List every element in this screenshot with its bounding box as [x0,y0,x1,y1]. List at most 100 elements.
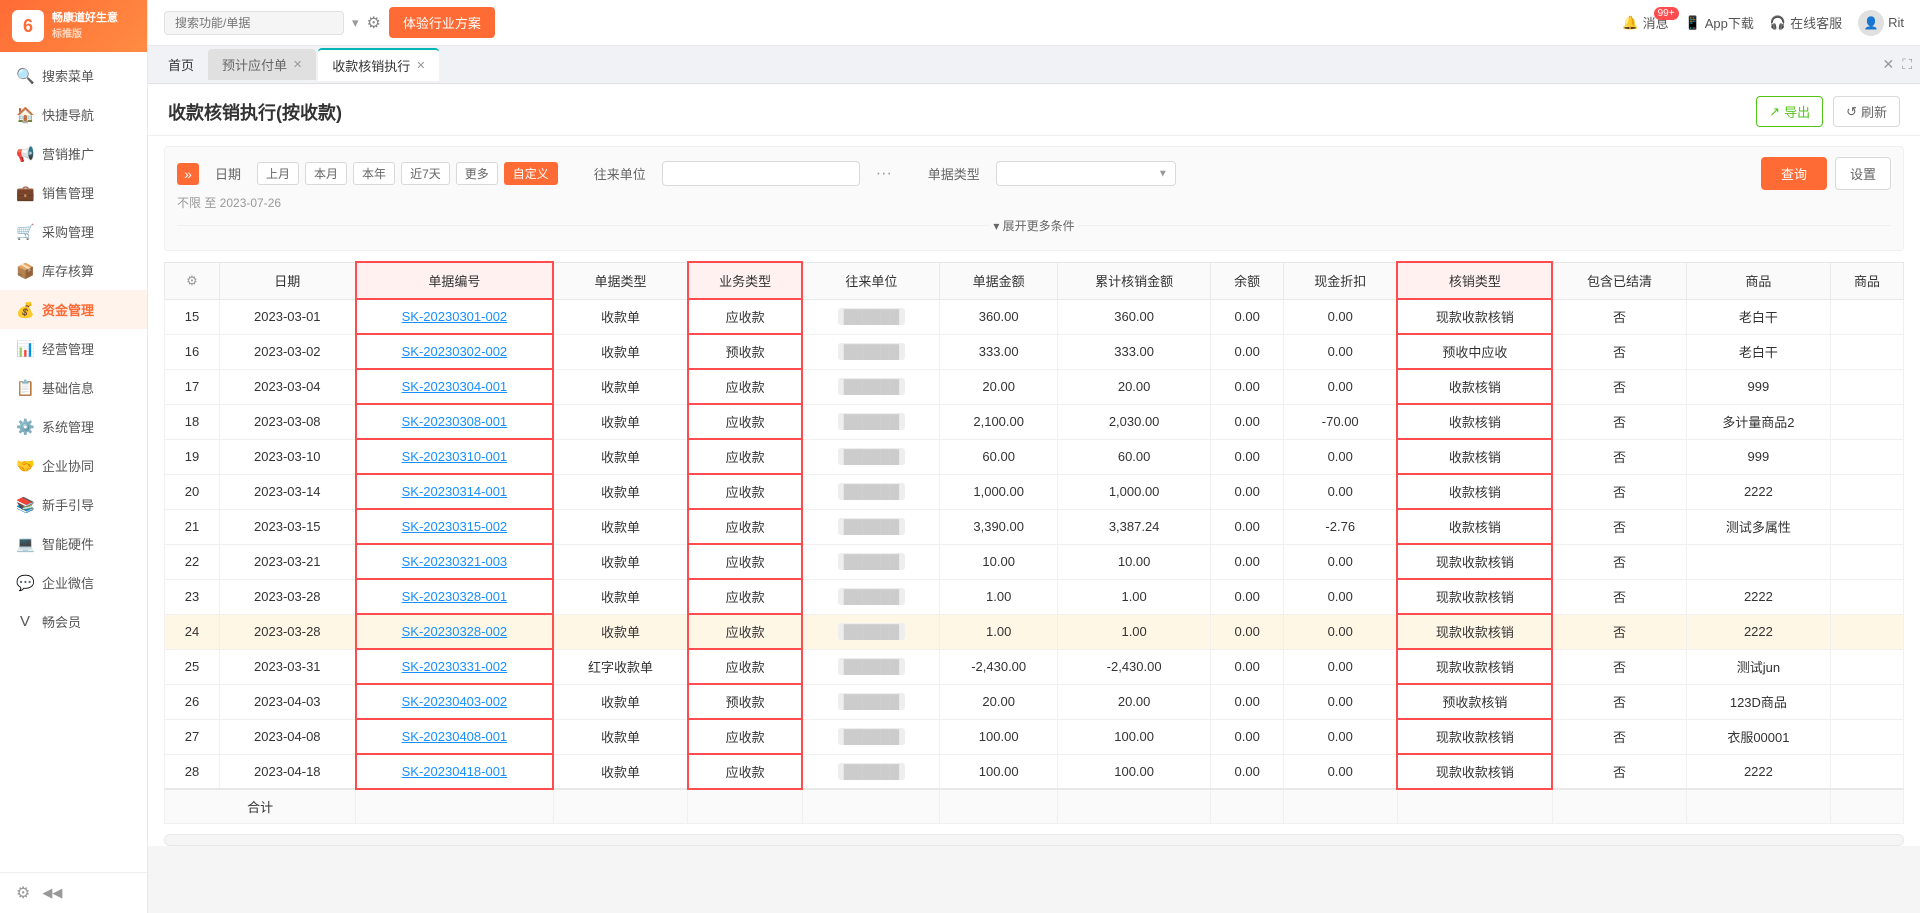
receipt-type-select[interactable] [996,161,1176,186]
row-doc-no-link[interactable]: SK-20230403-002 [402,694,508,709]
col-cumulative[interactable]: 累计核销金额 [1057,262,1210,299]
row-doc-no-link[interactable]: SK-20230302-002 [402,344,508,359]
tab-close-all-icon[interactable]: ✕ [1882,56,1894,73]
online-service-btn[interactable]: 🎧 在线客服 [1770,13,1842,32]
receipt-tab-close[interactable]: ✕ [416,59,425,72]
date-btn-7days[interactable]: 近7天 [401,162,450,185]
row-doc-no[interactable]: SK-20230314-001 [356,474,553,509]
row-doc-no[interactable]: SK-20230302-002 [356,334,553,369]
row-doc-no-link[interactable]: SK-20230308-001 [402,414,508,429]
date-btn-this-month[interactable]: 本月 [305,162,347,185]
gear-icon[interactable]: ⚙ [367,13,381,33]
row-doc-no-link[interactable]: SK-20230321-003 [402,554,508,569]
pending-tab-close[interactable]: ✕ [293,58,302,71]
sidebar-item-search[interactable]: 🔍搜索菜单 [0,56,147,95]
sidebar-item-vip[interactable]: V畅会员 [0,602,147,641]
col-counterparty[interactable]: 往来单位 [802,262,939,299]
col-doc-type[interactable]: 单据类型 [553,262,688,299]
sidebar-item-system[interactable]: ⚙️系统管理 [0,407,147,446]
sidebar-item-basics[interactable]: 📋基础信息 [0,368,147,407]
date-btn-this-year[interactable]: 本年 [353,162,395,185]
col-product1[interactable]: 商品 [1686,262,1830,299]
query-button[interactable]: 查询 [1761,157,1827,190]
footer-cumulative [1057,789,1210,824]
row-doc-no-link[interactable]: SK-20230315-002 [402,519,508,534]
sidebar-item-marketing[interactable]: 📢营销推广 [0,134,147,173]
row-doc-no-link[interactable]: SK-20230328-002 [402,624,508,639]
dropdown-arrow-icon[interactable]: ▾ [352,15,359,31]
row-doc-no[interactable]: SK-20230308-001 [356,404,553,439]
row-doc-no-link[interactable]: SK-20230331-002 [402,659,508,674]
row-doc-no[interactable]: SK-20230331-002 [356,649,553,684]
solution-button[interactable]: 体验行业方案 [389,7,495,38]
col-doc-no[interactable]: 单据编号 [356,262,553,299]
row-doc-no[interactable]: SK-20230301-002 [356,299,553,334]
counterparty-input[interactable] [662,161,860,186]
app-download-btn[interactable]: 📱 App下载 [1685,13,1754,32]
settings-icon[interactable]: ⚙ [16,883,30,903]
filter-toggle-btn[interactable]: » [177,163,199,185]
row-doc-no[interactable]: SK-20230315-002 [356,509,553,544]
row-doc-no-link[interactable]: SK-20230418-001 [402,764,508,779]
row-doc-no[interactable]: SK-20230403-002 [356,684,553,719]
collapse-icon[interactable]: ◀◀ [42,885,62,901]
col-biz-type[interactable]: 业务类型 [688,262,803,299]
message-btn[interactable]: 🔔 消息 99+ [1622,13,1668,32]
col-include-settled[interactable]: 包含已结清 [1552,262,1686,299]
col-gear[interactable]: ⚙ [165,262,220,299]
sidebar-item-hardware[interactable]: 💻智能硬件 [0,524,147,563]
row-date: 2023-03-14 [219,474,355,509]
sidebar-item-quick-nav[interactable]: 🏠快捷导航 [0,95,147,134]
tab-home[interactable]: 首页 [156,49,206,80]
row-cash-discount: -70.00 [1284,404,1398,439]
tab-receipt-write-off[interactable]: 收款核销执行 ✕ [318,48,439,81]
col-amount[interactable]: 单据金额 [940,262,1058,299]
sidebar-item-wechat[interactable]: 💬企业微信 [0,563,147,602]
filter-settings-button[interactable]: 设置 [1835,157,1891,190]
row-doc-no[interactable]: SK-20230418-001 [356,754,553,789]
row-cash-discount: -2.76 [1284,509,1398,544]
row-doc-no[interactable]: SK-20230328-001 [356,579,553,614]
col-date[interactable]: 日期 [219,262,355,299]
col-write-off-type[interactable]: 核销类型 [1397,262,1552,299]
sidebar-item-purchase[interactable]: 🛒采购管理 [0,212,147,251]
sidebar-item-guide[interactable]: 📚新手引导 [0,485,147,524]
table-body: 152023-03-01SK-20230301-002收款单应收款██████3… [165,299,1904,789]
tab-pending[interactable]: 预计应付单 ✕ [208,49,316,80]
row-doc-no-link[interactable]: SK-20230328-001 [402,589,508,604]
col-product2[interactable]: 商品 [1831,262,1904,299]
row-doc-no[interactable]: SK-20230304-001 [356,369,553,404]
row-doc-no[interactable]: SK-20230310-001 [356,439,553,474]
row-product: 测试jun [1686,649,1830,684]
row-doc-no-link[interactable]: SK-20230310-001 [402,449,508,464]
sidebar-item-sales[interactable]: 💼销售管理 [0,173,147,212]
user-menu[interactable]: 👤 Rit [1858,10,1904,36]
col-balance[interactable]: 余额 [1211,262,1284,299]
sidebar-item-operations[interactable]: 📊经营管理 [0,329,147,368]
row-doc-no[interactable]: SK-20230408-001 [356,719,553,754]
row-amount: 360.00 [940,299,1058,334]
refresh-button[interactable]: ↺ 刷新 [1833,96,1900,127]
row-doc-type: 收款单 [553,614,688,649]
filter-dots[interactable]: ··· [876,165,892,183]
export-button[interactable]: ↗ 导出 [1756,96,1823,127]
sidebar-item-enterprise[interactable]: 🤝企业协同 [0,446,147,485]
row-doc-no-link[interactable]: SK-20230301-002 [402,309,508,324]
date-btn-more[interactable]: 更多 [456,162,498,185]
date-btn-last-month[interactable]: 上月 [257,162,299,185]
expand-filter-btn[interactable]: ▾ 展开更多条件 [177,217,1891,234]
search-input[interactable] [164,11,344,35]
table-header: ⚙ 日期 单据编号 单据类型 业务类型 往来单位 单据金额 累计核销金额 余额 … [165,262,1904,299]
tab-expand-icon[interactable]: ⛶ [1902,56,1912,73]
row-doc-no-link[interactable]: SK-20230304-001 [402,379,508,394]
row-doc-no-link[interactable]: SK-20230314-001 [402,484,508,499]
row-doc-no[interactable]: SK-20230321-003 [356,544,553,579]
sidebar-item-inventory[interactable]: 📦库存核算 [0,251,147,290]
date-btn-custom[interactable]: 自定义 [504,162,558,185]
row-doc-no[interactable]: SK-20230328-002 [356,614,553,649]
sidebar-item-finance[interactable]: 💰资金管理 [0,290,147,329]
table-scrollbar[interactable] [164,834,1904,846]
col-cash-discount[interactable]: 现金折扣 [1284,262,1398,299]
row-doc-no-link[interactable]: SK-20230408-001 [402,729,508,744]
message-count: 99+ [1654,7,1679,20]
